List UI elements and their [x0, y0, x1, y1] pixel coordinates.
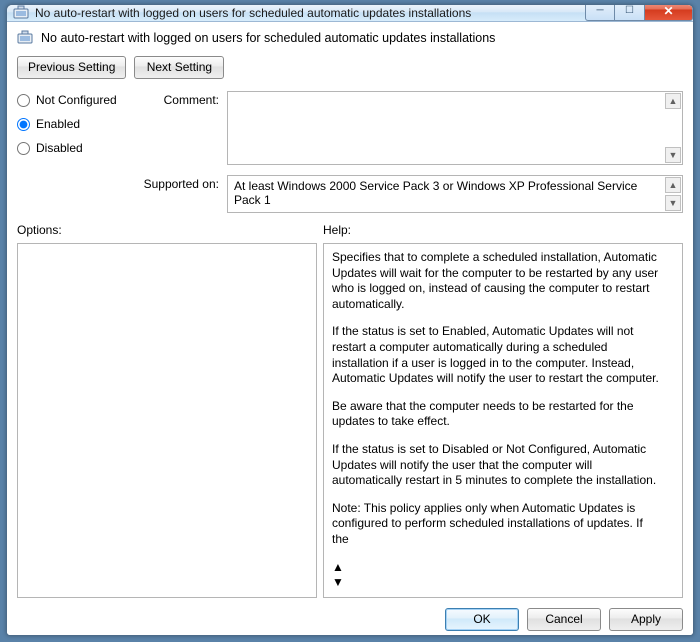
radio-enabled-input[interactable] — [17, 118, 30, 131]
supported-label: Supported on: — [137, 175, 227, 191]
comment-row: Comment: ▲ ▼ — [137, 91, 683, 165]
radio-label: Enabled — [36, 117, 80, 131]
supported-row: Supported on: At least Windows 2000 Serv… — [137, 175, 683, 213]
scroll-down-icon[interactable]: ▼ — [665, 195, 681, 211]
supported-textbox: At least Windows 2000 Service Pack 3 or … — [227, 175, 683, 213]
scroll-down-icon[interactable]: ▼ — [332, 575, 660, 591]
scroll-up-icon[interactable]: ▲ — [665, 93, 681, 109]
radio-label: Not Configured — [36, 93, 117, 107]
supported-value: At least Windows 2000 Service Pack 3 or … — [234, 179, 637, 207]
titlebar[interactable]: No auto-restart with logged on users for… — [7, 5, 693, 22]
help-paragraph: If the status is set to Disabled or Not … — [332, 442, 660, 489]
cancel-button[interactable]: Cancel — [527, 608, 601, 631]
window-controls: ─ ☐ ✕ — [585, 4, 693, 21]
upper-config: Not Configured Enabled Disabled Comment:… — [17, 91, 683, 213]
radio-disabled-input[interactable] — [17, 142, 30, 155]
next-setting-button[interactable]: Next Setting — [134, 56, 224, 79]
client-area: No auto-restart with logged on users for… — [7, 22, 693, 636]
options-pane — [17, 243, 317, 598]
radio-label: Disabled — [36, 141, 83, 155]
help-section-label: Help: — [323, 223, 351, 237]
apply-button[interactable]: Apply — [609, 608, 683, 631]
help-paragraph: If the status is set to Enabled, Automat… — [332, 324, 660, 386]
heading-row: No auto-restart with logged on users for… — [17, 30, 683, 46]
help-paragraph: Specifies that to complete a scheduled i… — [332, 250, 660, 312]
scroll-up-icon[interactable]: ▲ — [665, 177, 681, 193]
radio-disabled[interactable]: Disabled — [17, 141, 137, 155]
minimize-button[interactable]: ─ — [585, 4, 615, 21]
footer-buttons: OK Cancel Apply — [17, 608, 683, 631]
radio-enabled[interactable]: Enabled — [17, 117, 137, 131]
options-section-label: Options: — [17, 223, 323, 237]
gpo-icon — [13, 5, 29, 21]
nav-row: Previous Setting Next Setting — [17, 56, 683, 79]
panes: Specifies that to complete a scheduled i… — [17, 243, 683, 598]
help-paragraph: Be aware that the computer needs to be r… — [332, 399, 660, 430]
gpo-icon — [17, 30, 33, 46]
section-labels: Options: Help: — [17, 223, 683, 237]
previous-setting-button[interactable]: Previous Setting — [17, 56, 126, 79]
meta-column: Comment: ▲ ▼ Supported on: At least Wind… — [137, 91, 683, 213]
radio-not-configured[interactable]: Not Configured — [17, 93, 137, 107]
help-paragraph: Note: This policy applies only when Auto… — [332, 501, 660, 548]
state-radio-group: Not Configured Enabled Disabled — [17, 91, 137, 213]
window-title: No auto-restart with logged on users for… — [35, 6, 585, 20]
radio-not-configured-input[interactable] — [17, 94, 30, 107]
gpo-editor-window: No auto-restart with logged on users for… — [6, 4, 694, 636]
ok-button[interactable]: OK — [445, 608, 519, 631]
comment-label: Comment: — [137, 91, 227, 107]
close-button[interactable]: ✕ — [645, 4, 693, 21]
scroll-up-icon[interactable]: ▲ — [332, 560, 660, 576]
policy-heading: No auto-restart with logged on users for… — [41, 31, 495, 45]
scroll-down-icon[interactable]: ▼ — [665, 147, 681, 163]
help-pane: Specifies that to complete a scheduled i… — [323, 243, 683, 598]
maximize-button[interactable]: ☐ — [615, 4, 645, 21]
comment-textarea[interactable]: ▲ ▼ — [227, 91, 683, 165]
